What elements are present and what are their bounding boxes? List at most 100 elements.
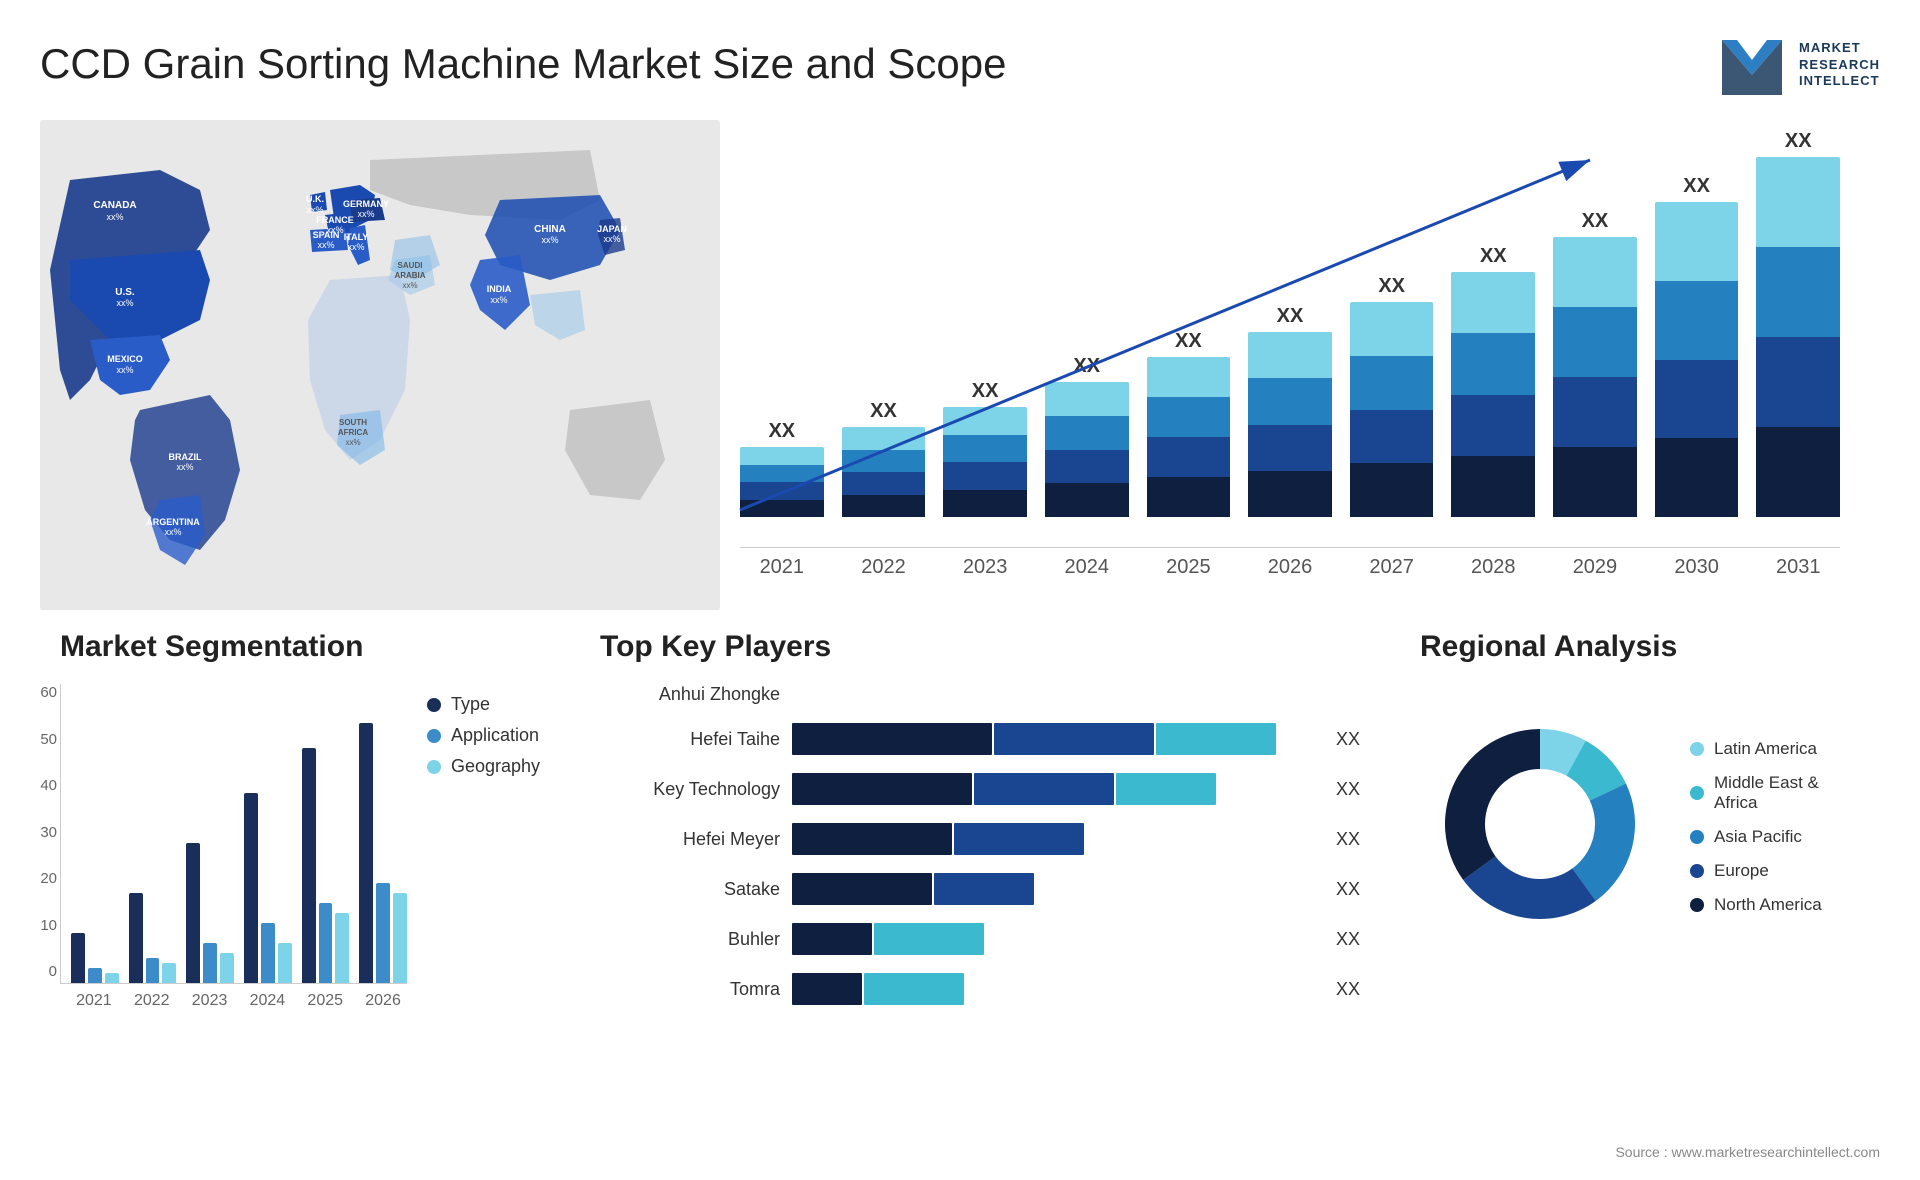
seg-bar bbox=[203, 943, 217, 983]
chart-x-axis: 2021202220232024202520262027202820292030… bbox=[740, 548, 1840, 579]
player-name: Satake bbox=[600, 879, 780, 900]
seg-bar bbox=[105, 973, 119, 983]
svg-text:U.K.: U.K. bbox=[306, 194, 324, 204]
regional-legend: Latin AmericaMiddle East & AfricaAsia Pa… bbox=[1690, 739, 1822, 915]
svg-text:SPAIN: SPAIN bbox=[313, 230, 340, 240]
svg-text:xx%: xx% bbox=[357, 209, 374, 219]
bar-group: XX bbox=[1350, 275, 1434, 517]
bar-stack bbox=[943, 407, 1027, 517]
header: CCD Grain Sorting Machine Market Size an… bbox=[40, 30, 1880, 100]
bottom-section: Market Segmentation 60 50 40 30 20 10 0 bbox=[40, 620, 1880, 1150]
bar-top-label: XX bbox=[1582, 210, 1609, 233]
player-bar-segment bbox=[792, 973, 862, 1005]
player-name: Key Technology bbox=[600, 779, 780, 800]
seg-bar-group bbox=[244, 793, 292, 983]
bar-group: XX bbox=[740, 420, 824, 517]
players-section: Top Key Players Anhui ZhongkeHefei Taihe… bbox=[560, 620, 1400, 1150]
player-name: Anhui Zhongke bbox=[600, 684, 780, 705]
seg-bar bbox=[319, 903, 333, 983]
bar-stack bbox=[1147, 357, 1231, 517]
seg-bar bbox=[335, 913, 349, 983]
svg-text:GERMANY: GERMANY bbox=[343, 199, 389, 209]
regional-legend-item: Middle East & Africa bbox=[1690, 773, 1822, 813]
bar-x-label: 2021 bbox=[740, 548, 824, 579]
regional-legend-dot bbox=[1690, 898, 1704, 912]
player-row: BuhlerXX bbox=[600, 923, 1360, 955]
svg-text:U.S.: U.S. bbox=[115, 287, 135, 298]
bar-x-label: 2031 bbox=[1756, 548, 1840, 579]
bar-group: XX bbox=[1553, 210, 1637, 517]
bar-group: XX bbox=[1756, 130, 1840, 517]
bar-x-label: 2028 bbox=[1451, 548, 1535, 579]
seg-bar-group bbox=[186, 843, 234, 983]
seg-x-label: 2023 bbox=[186, 992, 234, 1010]
player-xx-label: XX bbox=[1336, 929, 1360, 950]
svg-text:xx%: xx% bbox=[402, 281, 417, 290]
logo-text: MARKET RESEARCH INTELLECT bbox=[1799, 40, 1880, 91]
geography-dot bbox=[427, 760, 441, 774]
player-bar-segment bbox=[934, 873, 1034, 905]
svg-text:MEXICO: MEXICO bbox=[107, 354, 143, 364]
regional-title: Regional Analysis bbox=[1420, 630, 1860, 664]
svg-text:xx%: xx% bbox=[317, 240, 334, 250]
bar-top-label: XX bbox=[1378, 275, 1405, 298]
player-bar-segment bbox=[864, 973, 964, 1005]
bar-group: XX bbox=[842, 400, 926, 517]
seg-bar bbox=[359, 723, 373, 983]
bar-x-label: 2027 bbox=[1350, 548, 1434, 579]
donut-area: Latin AmericaMiddle East & AfricaAsia Pa… bbox=[1420, 704, 1860, 949]
bar-top-label: XX bbox=[1785, 130, 1812, 153]
bar-stack bbox=[1350, 302, 1434, 517]
bar-x-label: 2025 bbox=[1147, 548, 1231, 579]
geography-label: Geography bbox=[451, 756, 540, 777]
regional-legend-dot bbox=[1690, 864, 1704, 878]
bar-stack bbox=[1553, 237, 1637, 517]
regional-legend-label: Europe bbox=[1714, 861, 1769, 881]
donut-chart bbox=[1420, 704, 1660, 949]
bar-x-label: 2030 bbox=[1655, 548, 1739, 579]
seg-bar bbox=[302, 748, 316, 983]
regional-legend-dot bbox=[1690, 830, 1704, 844]
legend-geography: Geography bbox=[427, 756, 540, 777]
bar-group: XX bbox=[1147, 330, 1231, 517]
svg-text:xx%: xx% bbox=[347, 242, 364, 252]
svg-text:BRAZIL: BRAZIL bbox=[169, 452, 202, 462]
page: CCD Grain Sorting Machine Market Size an… bbox=[0, 0, 1920, 1180]
player-bar-segment bbox=[792, 923, 872, 955]
svg-text:FRANCE: FRANCE bbox=[316, 215, 354, 225]
player-bar-segment bbox=[792, 723, 992, 755]
legend-application: Application bbox=[427, 725, 540, 746]
svg-text:ARGENTINA: ARGENTINA bbox=[146, 517, 200, 527]
bar-group: XX bbox=[1451, 245, 1535, 517]
players-chart: Anhui ZhongkeHefei TaiheXXKey Technology… bbox=[600, 684, 1360, 1005]
player-name: Tomra bbox=[600, 979, 780, 1000]
player-xx-label: XX bbox=[1336, 879, 1360, 900]
bar-x-label: 2023 bbox=[943, 548, 1027, 579]
player-bar-segment bbox=[974, 773, 1114, 805]
regional-legend-label: Latin America bbox=[1714, 739, 1817, 759]
player-bar-wrap bbox=[792, 773, 1316, 805]
player-xx-label: XX bbox=[1336, 829, 1360, 850]
seg-x-label: 2022 bbox=[128, 992, 176, 1010]
bar-top-label: XX bbox=[1175, 330, 1202, 353]
svg-text:xx%: xx% bbox=[603, 234, 620, 244]
logo-icon bbox=[1717, 30, 1787, 100]
player-xx-label: XX bbox=[1336, 729, 1360, 750]
regional-legend-item: Latin America bbox=[1690, 739, 1822, 759]
world-map: CANADA xx% U.S. xx% MEXICO xx% BRAZIL xx… bbox=[40, 120, 720, 610]
seg-bar bbox=[376, 883, 390, 983]
player-bar-segment bbox=[792, 873, 932, 905]
svg-text:ITALY: ITALY bbox=[344, 232, 369, 242]
bar-chart: XXXXXXXXXXXXXXXXXXXXXX 20212022202320242… bbox=[720, 120, 1880, 610]
bar-x-label: 2022 bbox=[842, 548, 926, 579]
bar-top-label: XX bbox=[870, 400, 897, 423]
bar-group: XX bbox=[1045, 355, 1129, 517]
regional-legend-label: North America bbox=[1714, 895, 1822, 915]
segmentation-legend: Type Application Geography bbox=[427, 694, 540, 1010]
player-row: Hefei MeyerXX bbox=[600, 823, 1360, 855]
top-section: CANADA xx% U.S. xx% MEXICO xx% BRAZIL xx… bbox=[40, 120, 1880, 610]
svg-text:xx%: xx% bbox=[306, 205, 323, 215]
bar-top-label: XX bbox=[1277, 305, 1304, 328]
seg-bar bbox=[146, 958, 160, 983]
player-bar-segment bbox=[954, 823, 1084, 855]
